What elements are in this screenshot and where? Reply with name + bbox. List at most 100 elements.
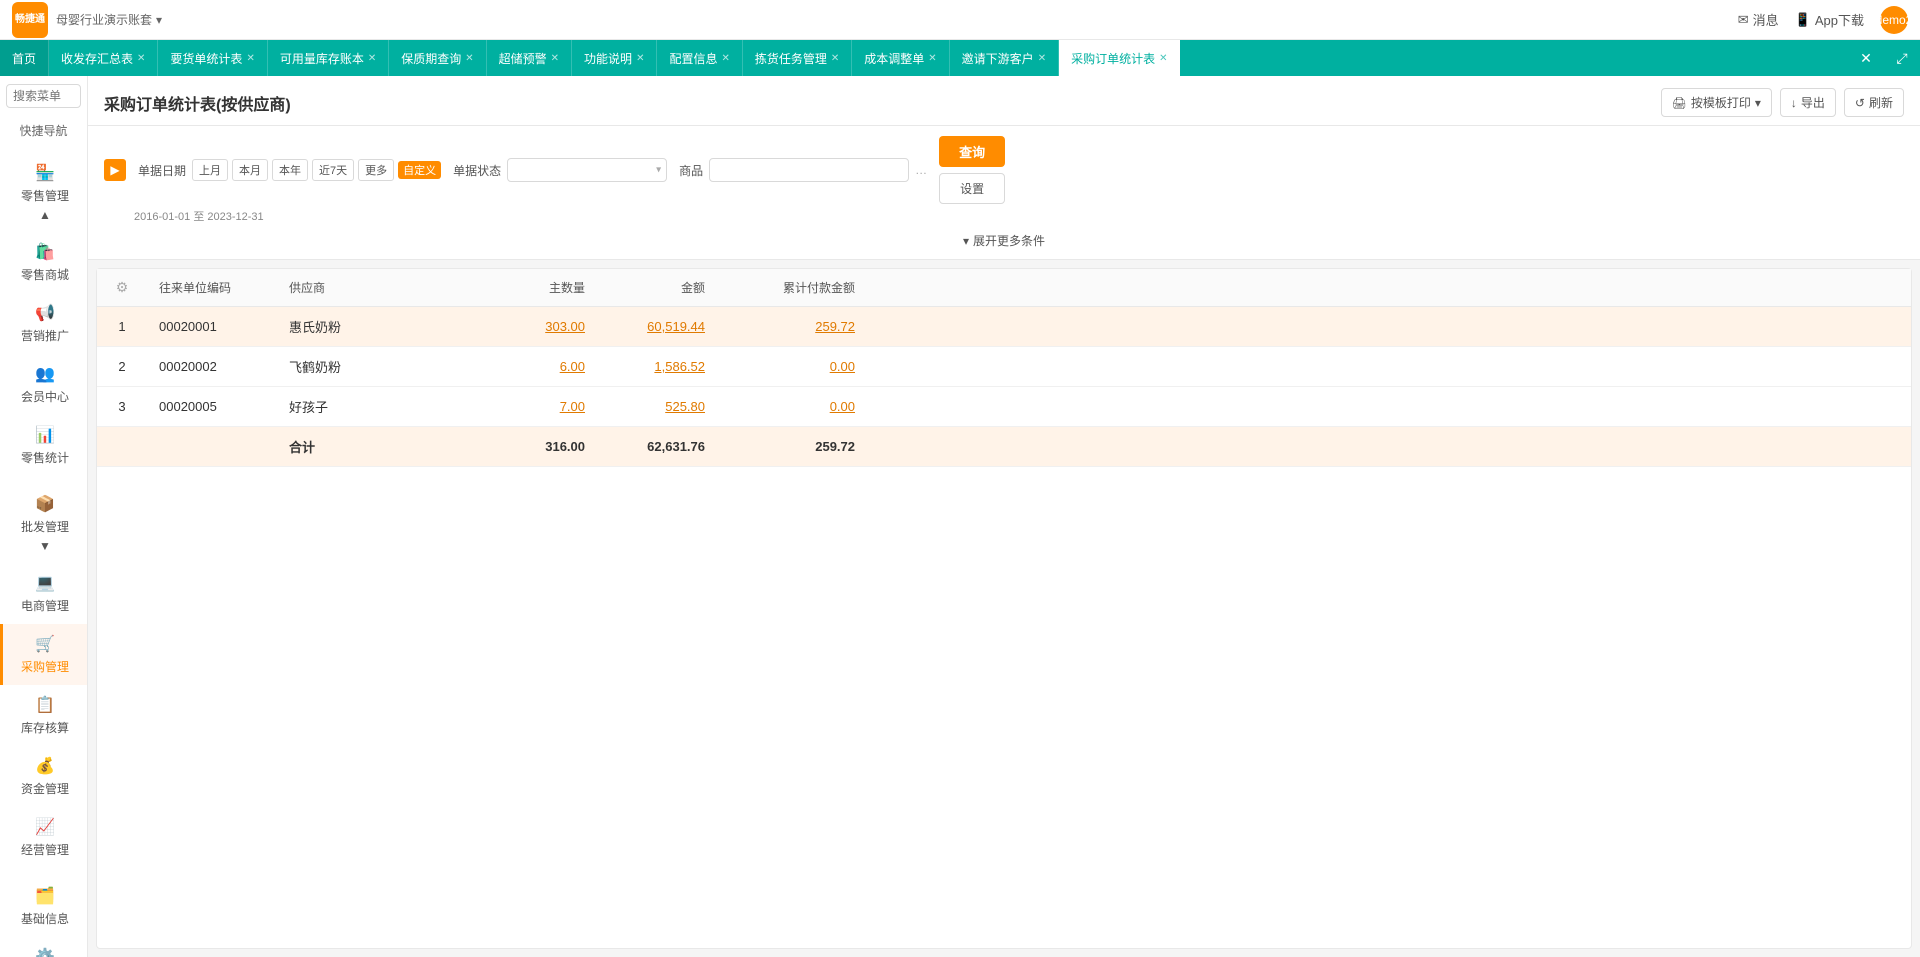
footer-supplier: 合计 xyxy=(277,427,477,467)
goods-input[interactable] xyxy=(709,158,909,182)
tab-home[interactable]: 首页 xyxy=(0,40,49,76)
sidebar-item-wholesale[interactable]: 📦 批发管理 ▼ xyxy=(0,484,87,563)
chevron-down-icon: ▾ xyxy=(1755,96,1761,110)
message-label: 消息 xyxy=(1753,10,1779,29)
settings-button[interactable]: 设置 xyxy=(939,173,1005,204)
sidebar-item-ecommerce[interactable]: 💻 电商管理 xyxy=(0,563,87,624)
query-button[interactable]: 查询 xyxy=(939,136,1005,167)
search-input[interactable] xyxy=(6,84,81,108)
finance-icon: 💰 xyxy=(35,756,55,776)
tab-invite-downstream[interactable]: 邀请下游客户 ✕ xyxy=(950,40,1059,76)
footer-label xyxy=(147,427,277,467)
sidebar-item-purchase[interactable]: 🛒 采购管理 xyxy=(0,624,87,685)
app-download-button[interactable]: 📱 App下载 xyxy=(1795,10,1864,29)
sidebar-item-retail-stats[interactable]: 📊 零售统计 xyxy=(0,415,87,476)
cell-amount[interactable]: 525.80 xyxy=(597,387,717,427)
sidebar-item-operation[interactable]: 📈 经营管理 xyxy=(0,807,87,868)
chevron-down-icon: ▾ xyxy=(156,13,162,27)
close-icon[interactable]: ✕ xyxy=(928,53,936,64)
date-btn-more[interactable]: 更多 xyxy=(358,159,394,181)
filter-goods: 商品 … xyxy=(679,158,927,182)
th-settings: ⚙ xyxy=(97,269,147,307)
app-download-label: App下载 xyxy=(1815,10,1864,29)
top-bar: 畅捷通 母婴行业演示账套 ▾ ✉ 消息 📱 App下载 demo2 xyxy=(0,0,1920,40)
sidebar-item-inventory[interactable]: 📋 库存核算 xyxy=(0,685,87,746)
close-icon[interactable]: ✕ xyxy=(368,53,376,64)
tab-function-desc[interactable]: 功能说明 ✕ xyxy=(572,40,657,76)
tab-purchase-order-stats[interactable]: 采购订单统计表 ✕ xyxy=(1059,40,1180,76)
date-label: 单据日期 xyxy=(138,162,186,179)
sidebar: 快捷导航 🏪 零售管理 ▲ 🛍️ 零售商城 📢 营销推广 👥 会员中心 📊 零售… xyxy=(0,76,88,957)
close-icon[interactable]: ✕ xyxy=(551,53,559,64)
date-btn-this-year[interactable]: 本年 xyxy=(272,159,308,181)
close-icon[interactable]: ✕ xyxy=(1159,53,1167,64)
cell-empty xyxy=(867,307,1911,347)
footer-row: 合计 316.00 62,631.76 259.72 xyxy=(97,427,1911,467)
inventory-icon: 📋 xyxy=(35,695,55,715)
sidebar-item-basic-info[interactable]: 🗂️ 基础信息 xyxy=(0,876,87,937)
date-btn-7days[interactable]: 近7天 xyxy=(312,159,354,181)
table-row: 3 00020005 好孩子 7.00 525.80 0.00 xyxy=(97,387,1911,427)
cell-qty[interactable]: 7.00 xyxy=(477,387,597,427)
date-btn-this-month[interactable]: 本月 xyxy=(232,159,268,181)
sidebar-item-system[interactable]: ⚙️ 系统管理 xyxy=(0,937,87,957)
sidebar-item-retail-mall[interactable]: 🛍️ 零售商城 xyxy=(0,232,87,293)
close-icon[interactable]: ✕ xyxy=(721,53,729,64)
purchase-icon: 🛒 xyxy=(35,634,55,654)
sidebar-item-marketing[interactable]: 📢 营销推广 xyxy=(0,293,87,354)
cell-code: 00020001 xyxy=(147,307,277,347)
date-range-text: 2016-01-01 至 2023-12-31 xyxy=(134,208,1904,224)
th-empty xyxy=(867,269,1911,307)
date-btn-last-month[interactable]: 上月 xyxy=(192,159,228,181)
close-icon[interactable]: ✕ xyxy=(1038,53,1046,64)
close-icon[interactable]: ✕ xyxy=(636,53,644,64)
tab-expiry-query[interactable]: 保质期查询 ✕ xyxy=(389,40,486,76)
wholesale-icon: 📦 xyxy=(35,494,55,514)
tab-overstock-warning[interactable]: 超储预警 ✕ xyxy=(487,40,572,76)
tab-config-info[interactable]: 配置信息 ✕ xyxy=(657,40,742,76)
close-icon[interactable]: ✕ xyxy=(246,53,254,64)
more-options-icon[interactable]: … xyxy=(915,163,927,177)
tab-order-stats[interactable]: 要货单统计表 ✕ xyxy=(158,40,267,76)
sidebar-quick-nav[interactable]: 快捷导航 xyxy=(0,116,87,145)
expand-more-button[interactable]: ▾ 展开更多条件 xyxy=(963,232,1045,249)
export-button[interactable]: ↓ 导出 xyxy=(1780,88,1836,117)
status-select[interactable] xyxy=(507,158,667,182)
print-icon: 🖨 xyxy=(1672,96,1687,110)
refresh-button[interactable]: ↺ 刷新 xyxy=(1844,88,1904,117)
close-icon[interactable]: ✕ xyxy=(137,53,145,64)
avatar[interactable]: demo2 xyxy=(1880,6,1908,34)
cell-paid[interactable]: 259.72 xyxy=(717,307,867,347)
cell-amount[interactable]: 1,586.52 xyxy=(597,347,717,387)
page-header-actions: 🖨 按模板打印 ▾ ↓ 导出 ↺ 刷新 xyxy=(1661,88,1904,117)
nav-tabs-end: ✕ ⤢ xyxy=(1848,40,1920,76)
cell-paid[interactable]: 0.00 xyxy=(717,387,867,427)
message-button[interactable]: ✉ 消息 xyxy=(1738,10,1779,29)
close-icon[interactable]: ✕ xyxy=(465,53,473,64)
sidebar-item-member[interactable]: 👥 会员中心 xyxy=(0,354,87,415)
tab-collection-summary[interactable]: 收发存汇总表 ✕ xyxy=(49,40,158,76)
cell-supplier: 惠氏奶粉 xyxy=(277,307,477,347)
cell-paid[interactable]: 0.00 xyxy=(717,347,867,387)
cell-qty[interactable]: 303.00 xyxy=(477,307,597,347)
footer-qty: 316.00 xyxy=(477,427,597,467)
username: demo2 xyxy=(1876,13,1913,27)
maximize-tab-button[interactable]: ⤢ xyxy=(1884,40,1920,76)
sidebar-item-finance[interactable]: 💰 资金管理 xyxy=(0,746,87,807)
data-table: ⚙ 往来单位编码 供应商 主数量 金额 累计付款金额 1 00020001 惠氏… xyxy=(97,269,1911,467)
filter-date: 单据日期 上月 本月 本年 近7天 更多 自定义 xyxy=(138,159,441,181)
sidebar-item-retail-mgmt[interactable]: 🏪 零售管理 ▲ xyxy=(0,153,87,232)
download-icon: 📱 xyxy=(1795,12,1811,28)
close-icon[interactable]: ✕ xyxy=(831,53,839,64)
cell-amount[interactable]: 60,519.44 xyxy=(597,307,717,347)
cell-qty[interactable]: 6.00 xyxy=(477,347,597,387)
footer-num xyxy=(97,427,147,467)
tab-available-stock[interactable]: 可用量库存账本 ✕ xyxy=(268,40,389,76)
print-button[interactable]: 🖨 按模板打印 ▾ xyxy=(1661,88,1772,117)
settings-gear-icon[interactable]: ⚙ xyxy=(116,279,129,295)
filter-expand-button[interactable]: ▶ xyxy=(104,159,126,181)
workspace-selector[interactable]: 母婴行业演示账套 ▾ xyxy=(56,11,162,28)
tab-cost-adjust[interactable]: 成本调整单 ✕ xyxy=(852,40,949,76)
close-tab-button[interactable]: ✕ xyxy=(1848,40,1884,76)
tab-pick-task[interactable]: 拣货任务管理 ✕ xyxy=(743,40,852,76)
